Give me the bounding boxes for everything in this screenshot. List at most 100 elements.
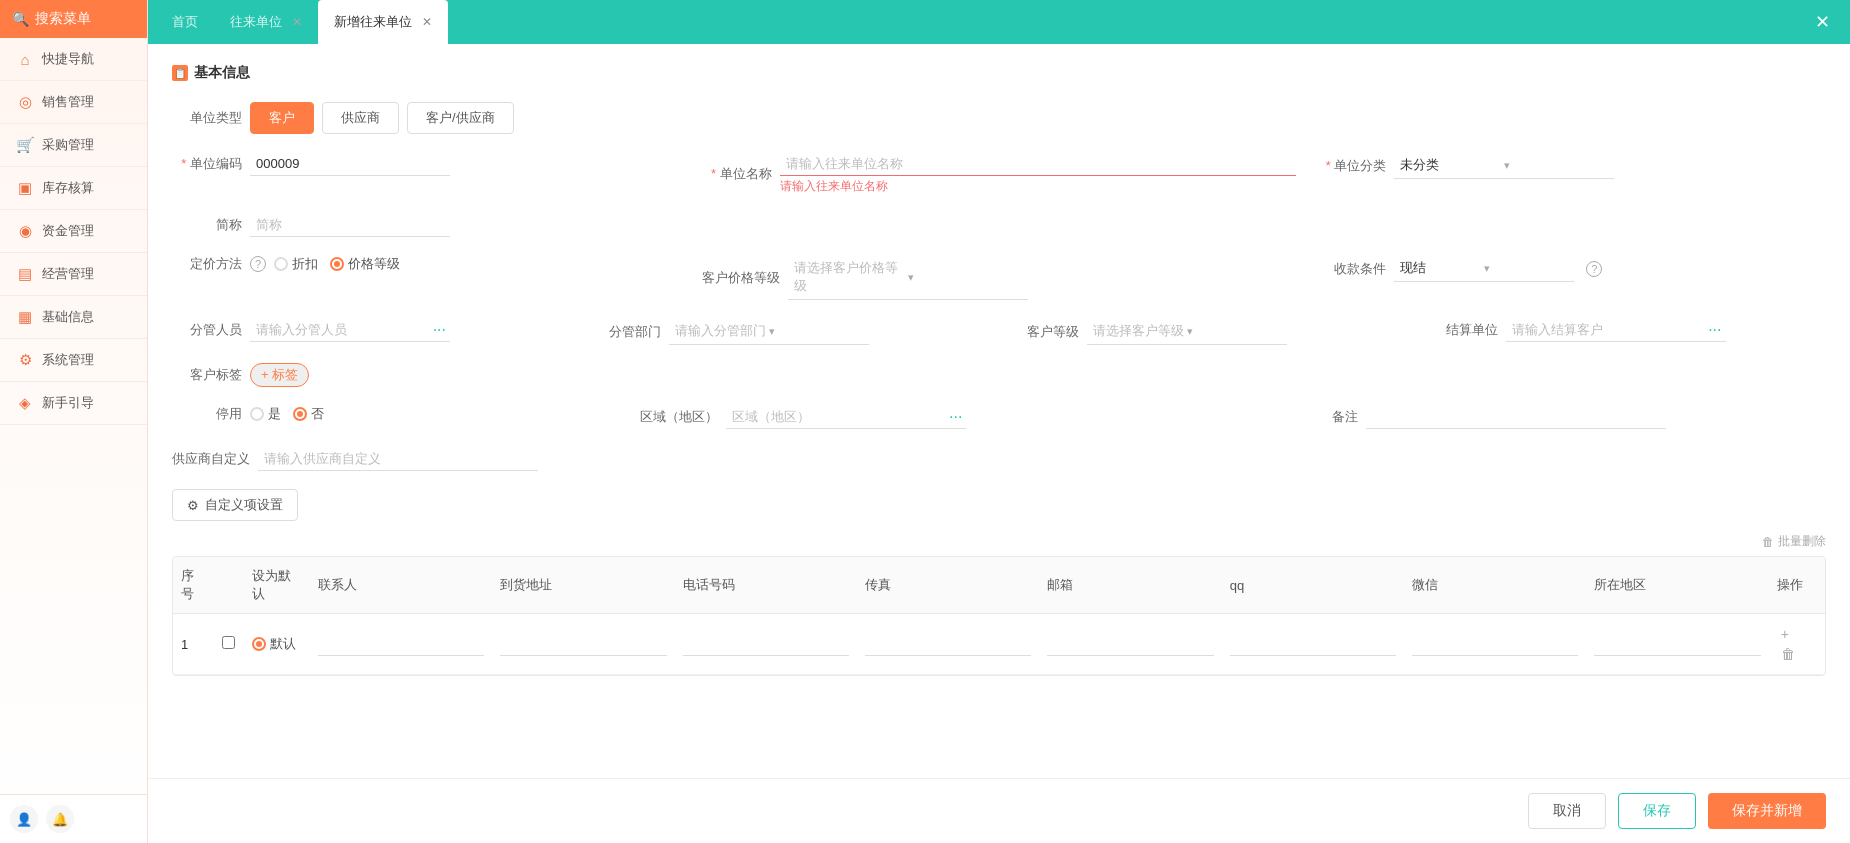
sidebar-item-quick-nav[interactable]: ⌂ 快捷导航: [0, 38, 147, 81]
chevron-down-icon-2: ▾: [908, 271, 1022, 284]
manager-label: 分管人员: [172, 321, 242, 339]
save-and-new-button[interactable]: 保存并新增: [1708, 793, 1826, 829]
radio-default[interactable]: 默认: [252, 635, 302, 653]
payment-select[interactable]: 现结 ▾: [1394, 255, 1574, 282]
settlement-more-btn[interactable]: ···: [1704, 321, 1725, 339]
btn-both[interactable]: 客户/供应商: [407, 102, 514, 134]
disabled-radio-group: 是 否: [250, 405, 324, 423]
window-close-button[interactable]: ✕: [1803, 11, 1842, 33]
th-qq: qq: [1222, 557, 1404, 614]
unit-category-select[interactable]: 未分类 ▾: [1394, 152, 1614, 179]
cell-checkbox[interactable]: [214, 614, 244, 675]
tab-home[interactable]: 首页: [156, 0, 214, 44]
note-field: 备注: [1288, 405, 1826, 429]
region-table-input[interactable]: [1594, 632, 1760, 656]
sidebar-item-purchase[interactable]: 🛒 采购管理: [0, 124, 147, 167]
inventory-icon: ▣: [16, 179, 34, 197]
sidebar-item-system[interactable]: ⚙ 系统管理: [0, 339, 147, 382]
th-fax: 传真: [857, 557, 1039, 614]
customer-level-select[interactable]: 请选择客户等级 ▾: [1087, 318, 1287, 345]
tab-counterparty[interactable]: 往来单位 ✕: [214, 0, 318, 44]
email-input[interactable]: [1047, 632, 1213, 656]
region-input[interactable]: [726, 405, 945, 428]
dept-select[interactable]: 请输入分管部门 ▾: [669, 318, 869, 345]
cell-region[interactable]: [1586, 614, 1768, 675]
unit-name-input[interactable]: [780, 152, 1297, 176]
region-more-btn[interactable]: ···: [945, 408, 966, 426]
th-wechat: 微信: [1404, 557, 1586, 614]
phone-input[interactable]: [683, 632, 849, 656]
add-tag-button[interactable]: + 标签: [250, 363, 309, 387]
cancel-button[interactable]: 取消: [1528, 793, 1606, 829]
sales-icon: ◎: [16, 93, 34, 111]
custom-settings-button[interactable]: ⚙ 自定义项设置: [172, 489, 298, 521]
finance-icon: ◉: [16, 222, 34, 240]
tab-counterparty-close[interactable]: ✕: [292, 15, 302, 29]
customer-level-field: 客户等级 请选择客户等级 ▾: [1009, 318, 1408, 345]
search-menu[interactable]: 🔍 搜索菜单: [0, 0, 147, 38]
btn-supplier[interactable]: 供应商: [322, 102, 399, 134]
supplier-custom-field: 供应商自定义: [172, 447, 1826, 471]
unit-code-input[interactable]: [250, 152, 450, 176]
cell-phone[interactable]: [675, 614, 857, 675]
delete-row-button[interactable]: 🗑: [1777, 644, 1799, 664]
th-checkbox: [214, 557, 244, 614]
sidebar-notification[interactable]: 🔔: [46, 805, 74, 833]
section-header: 📋 基本信息: [172, 64, 1826, 82]
manager-input[interactable]: [250, 318, 429, 341]
unit-type-row: 单位类型 客户 供应商 客户/供应商: [172, 102, 1826, 134]
sidebar-avatar[interactable]: 👤: [10, 805, 38, 833]
batch-delete-button[interactable]: 🗑 批量删除: [1762, 533, 1826, 550]
pricing-label: 定价方法: [172, 255, 242, 273]
cell-contact[interactable]: [310, 614, 492, 675]
sidebar-item-sales[interactable]: ◎ 销售管理: [0, 81, 147, 124]
cell-email[interactable]: [1039, 614, 1221, 675]
unit-type-field: 单位类型 客户 供应商 客户/供应商: [172, 102, 1826, 134]
sidebar-item-guide[interactable]: ◈ 新手引导: [0, 382, 147, 425]
contacts-table-wrapper: 序号 设为默认 联系人 到货地址 电话号码 传真 邮箱 qq 微信 所在地区 操…: [172, 556, 1826, 676]
manager-more-btn[interactable]: ···: [429, 321, 450, 339]
unit-name-error: 请输入往来单位名称: [780, 178, 1297, 195]
payment-help-icon[interactable]: ?: [1586, 261, 1602, 277]
cell-fax[interactable]: [857, 614, 1039, 675]
radio-default-circle: [252, 637, 266, 651]
settlement-input[interactable]: [1506, 318, 1705, 341]
wechat-input[interactable]: [1412, 632, 1578, 656]
radio-no[interactable]: 否: [293, 405, 324, 423]
settlement-label: 结算单位: [1428, 321, 1498, 339]
customer-price-select[interactable]: 请选择客户价格等级 ▾: [788, 255, 1028, 300]
disabled-field: 停用 是 否: [172, 405, 620, 423]
radio-discount[interactable]: 折扣: [274, 255, 318, 273]
radio-yes[interactable]: 是: [250, 405, 281, 423]
disabled-label: 停用: [172, 405, 242, 423]
sidebar-item-operations[interactable]: ▤ 经营管理: [0, 253, 147, 296]
cell-wechat[interactable]: [1404, 614, 1586, 675]
radio-price-level[interactable]: 价格等级: [330, 255, 400, 273]
payment-label: 收款条件: [1316, 260, 1386, 278]
sidebar-item-basic[interactable]: ▦ 基础信息: [0, 296, 147, 339]
save-button[interactable]: 保存: [1618, 793, 1696, 829]
btn-customer[interactable]: 客户: [250, 102, 314, 134]
section-icon: 📋: [172, 65, 188, 81]
sidebar-item-inventory[interactable]: ▣ 库存核算: [0, 167, 147, 210]
cell-address[interactable]: [492, 614, 674, 675]
qq-input[interactable]: [1230, 632, 1396, 656]
unit-code-field: 单位编码: [172, 152, 682, 176]
radio-discount-circle: [274, 257, 288, 271]
tab-new-counterparty[interactable]: 新增往来单位 ✕: [318, 0, 448, 44]
cell-qq[interactable]: [1222, 614, 1404, 675]
fax-input[interactable]: [865, 632, 1031, 656]
pricing-help-icon[interactable]: ?: [250, 256, 266, 272]
tab-new-counterparty-close[interactable]: ✕: [422, 15, 432, 29]
address-input[interactable]: [500, 632, 666, 656]
note-input[interactable]: [1366, 405, 1666, 429]
table-row: 1 默认: [173, 614, 1825, 675]
row-checkbox[interactable]: [222, 636, 235, 649]
add-row-button[interactable]: +: [1777, 624, 1793, 644]
sidebar-bottom: 👤 🔔: [0, 794, 147, 843]
region-input-wrap: ···: [726, 405, 966, 429]
sidebar-item-finance[interactable]: ◉ 资金管理: [0, 210, 147, 253]
short-name-input[interactable]: [250, 213, 450, 237]
contact-input[interactable]: [318, 632, 484, 656]
supplier-custom-input[interactable]: [258, 447, 538, 471]
